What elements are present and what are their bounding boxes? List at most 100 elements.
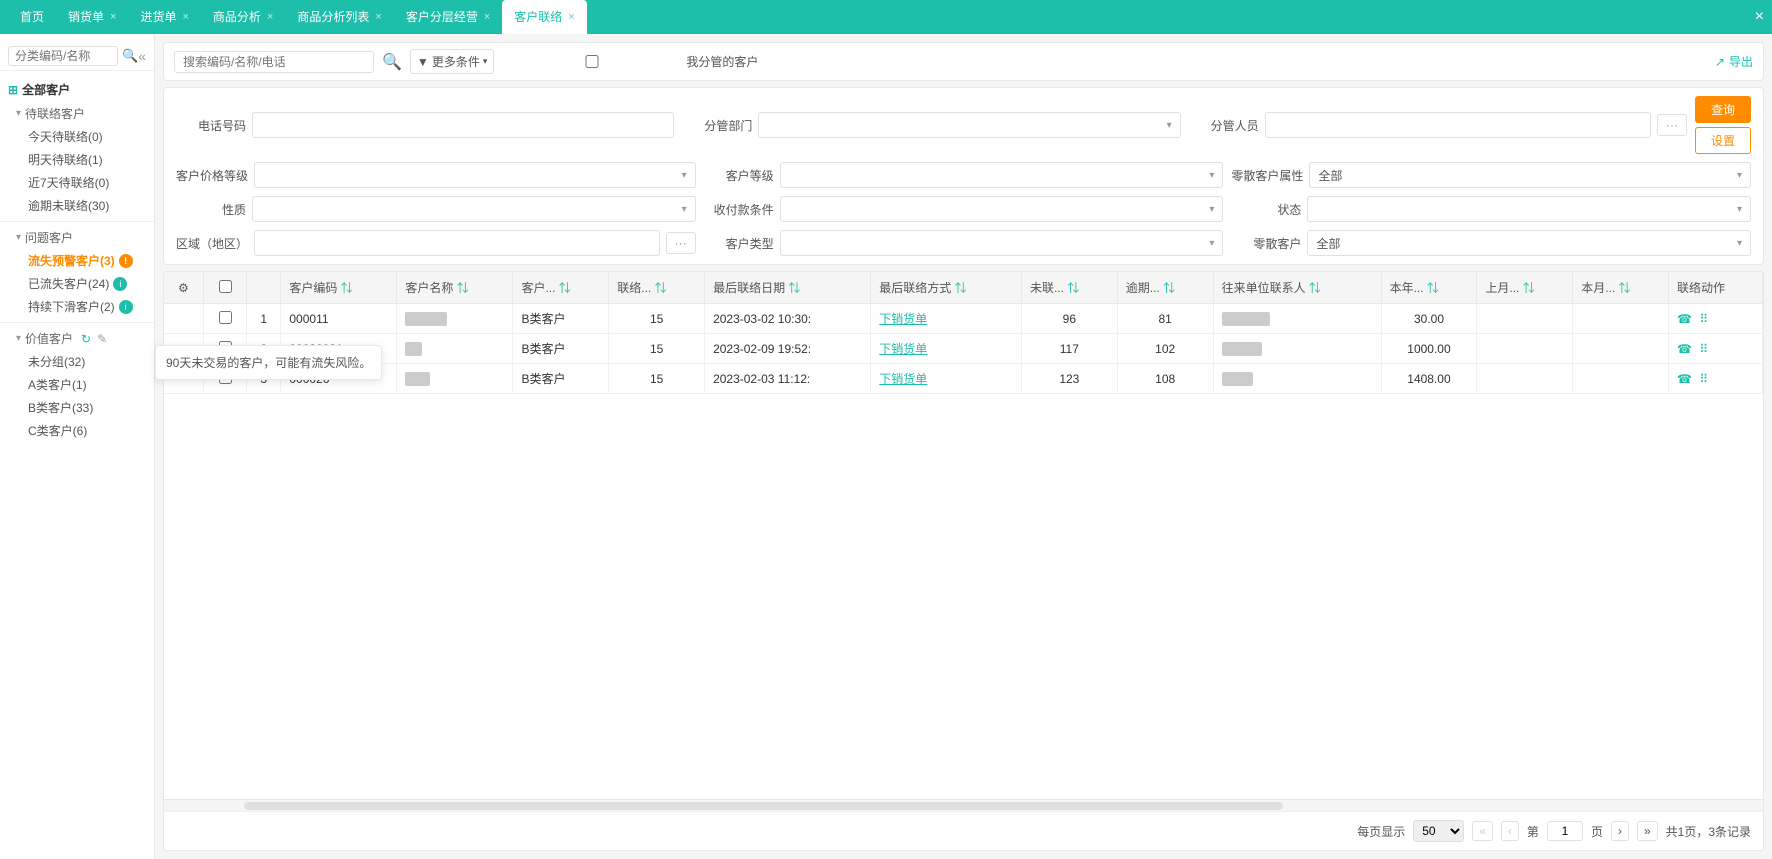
th-last-month[interactable]: 上月... ⇅ [1477,272,1573,304]
horizontal-scrollbar[interactable] [164,799,1763,811]
sidebar-section-value[interactable]: ▾ 价值客户 ↻ ✎ [0,327,154,350]
sidebar-item-tomorrow[interactable]: 明天待联络(1) [0,148,154,171]
row-checkbox[interactable] [219,311,232,324]
all-customers-title[interactable]: ⊞ 全部客户 [0,77,154,102]
sidebar-section-pending[interactable]: ▾ 待联络客户 [0,102,154,125]
edit-icon[interactable]: ✎ [97,332,107,346]
action-link-icon[interactable]: ☎ [1677,342,1692,356]
sidebar-item-b-class[interactable]: B类客户(33) [0,396,154,419]
sidebar-item-at-risk[interactable]: 流失预警客户(3) ! [0,249,154,272]
action-more-icon[interactable]: ⠿ [1699,372,1708,386]
customer-level-select[interactable]: ▾ [780,162,1224,188]
tab-sales-close[interactable]: × [110,0,116,34]
refresh-icon[interactable]: ↻ [81,332,91,346]
tab-home[interactable]: 首页 [8,0,56,34]
last-page-button[interactable]: » [1637,821,1658,841]
tab-customer-segment[interactable]: 客户分层经营 × [394,0,502,34]
sidebar-item-today[interactable]: 今天待联络(0) [0,125,154,148]
sidebar-item-week[interactable]: 近7天待联络(0) [0,171,154,194]
retail-attr-select[interactable]: 全部 ▾ [1309,162,1751,188]
last-way-link[interactable]: 下销货单 [879,342,927,356]
customer-type-chevron: ▾ [1209,238,1214,249]
tab-analysis[interactable]: 商品分析 × [201,0,285,34]
value-section-label: 价值客户 [25,330,73,347]
last-way-link[interactable]: 下销货单 [879,372,927,386]
th-this-month[interactable]: 本月... ⇅ [1573,272,1669,304]
td-overdue: 102 [1117,334,1213,364]
tab-purchase[interactable]: 进货单 × [128,0,200,34]
first-page-button[interactable]: « [1472,821,1493,841]
retail-customer-select[interactable]: 全部 ▾ [1307,230,1751,256]
customer-type-select[interactable]: ▾ [780,230,1224,256]
next-page-button[interactable]: › [1611,821,1629,841]
th-last-date[interactable]: 最后联络日期 ⇅ [705,272,871,304]
table-scroll-area[interactable]: ⚙ 客户编码 ⇅ 客户名称 ⇅ 客户... ⇅ 联络... ⇅ 最后联络日期 ⇅ [164,272,1763,799]
sidebar-item-declining[interactable]: 持续下滑客户(2) i [0,295,154,318]
tooltip-text: 90天未交易的客户，可能有流失风险。 [166,356,371,370]
export-button[interactable]: ↗ 导出 [1715,53,1753,70]
select-all-checkbox[interactable] [219,280,232,293]
manager-ellipsis[interactable]: ··· [1657,114,1687,136]
th-this-year[interactable]: 本年... ⇅ [1381,272,1477,304]
search-button[interactable]: 🔍 [382,52,402,72]
th-type[interactable]: 客户... ⇅ [513,272,609,304]
tab-analysis-close[interactable]: × [267,0,273,34]
th-last-way[interactable]: 最后联络方式 ⇅ [871,272,1022,304]
settings-icon[interactable]: ⚙ [178,281,189,295]
sidebar-item-lost[interactable]: 已流失客户(24) i [0,272,154,295]
sidebar-section-problem[interactable]: ▾ 问题客户 [0,226,154,249]
dept-select[interactable]: ▾ [758,112,1180,138]
th-contact[interactable]: 联络... ⇅ [609,272,705,304]
th-uncontacted[interactable]: 未联... ⇅ [1021,272,1117,304]
setting-button[interactable]: 设置 [1695,127,1751,154]
tab-customer-connect-close[interactable]: × [568,0,574,34]
action-link-icon[interactable]: ☎ [1677,312,1692,326]
nature-select[interactable]: ▾ [252,196,696,222]
price-level-field: 客户价格等级 ▾ [176,162,696,188]
tab-customer-connect[interactable]: 客户联络 × [502,0,586,34]
th-code[interactable]: 客户编码 ⇅ [281,272,397,304]
region-input-area[interactable] [254,230,660,256]
prev-page-button[interactable]: ‹ [1501,821,1519,841]
sidebar-item-c-class[interactable]: C类客户(6) [0,419,154,442]
my-customers-checkbox[interactable] [502,55,682,68]
last-way-link[interactable]: 下销货单 [879,312,927,326]
payment-select[interactable]: ▾ [780,196,1224,222]
tab-customer-segment-close[interactable]: × [484,0,490,34]
search-input[interactable] [174,51,374,73]
page-number-input[interactable] [1547,821,1583,841]
tab-analysis-list-close[interactable]: × [375,0,381,34]
th-overdue[interactable]: 逾期... ⇅ [1117,272,1213,304]
action-link-icon[interactable]: ☎ [1677,372,1692,386]
sidebar-item-overdue-contact[interactable]: 逾期未联络(30) [0,194,154,217]
td-contact: 15 [609,304,705,334]
tab-analysis-list[interactable]: 商品分析列表 × [285,0,393,34]
th-name[interactable]: 客户名称 ⇅ [397,272,513,304]
sidebar-search-input[interactable] [8,46,118,66]
sidebar-item-a-class[interactable]: A类客户(1) [0,373,154,396]
region-ellipsis[interactable]: ··· [666,232,696,254]
sidebar-search-icon[interactable]: 🔍 [122,48,138,64]
th-settings[interactable]: ⚙ [164,272,203,304]
sidebar-collapse-button[interactable]: « [138,48,146,64]
price-level-select[interactable]: ▾ [254,162,696,188]
td-overdue: 108 [1117,364,1213,394]
more-conditions-button[interactable]: ▼ 更多条件 ▾ [410,49,494,74]
retail-attr-field: 零散客户属性 全部 ▾ [1231,162,1751,188]
action-more-icon[interactable]: ⠿ [1699,312,1708,326]
tab-sales[interactable]: 销货单 × [56,0,128,34]
query-button[interactable]: 查询 [1695,96,1751,123]
tab-purchase-close[interactable]: × [182,0,188,34]
action-more-icon[interactable]: ⠿ [1699,342,1708,356]
th-contacts[interactable]: 往来单位联系人 ⇅ [1213,272,1381,304]
manager-input-area[interactable] [1265,112,1651,138]
scrollbar-track[interactable] [244,802,1283,810]
close-all-button[interactable]: × [1755,8,1764,26]
sidebar-item-ungroup[interactable]: 未分组(32) [0,350,154,373]
td-name: ██ [397,364,513,394]
page-size-select[interactable]: 50 100 200 [1413,820,1464,842]
status-select[interactable]: ▾ [1307,196,1751,222]
phone-input[interactable] [252,112,674,138]
retail-customer-field: 零散客户 全部 ▾ [1231,230,1751,256]
td-code: 000011 [281,304,397,334]
